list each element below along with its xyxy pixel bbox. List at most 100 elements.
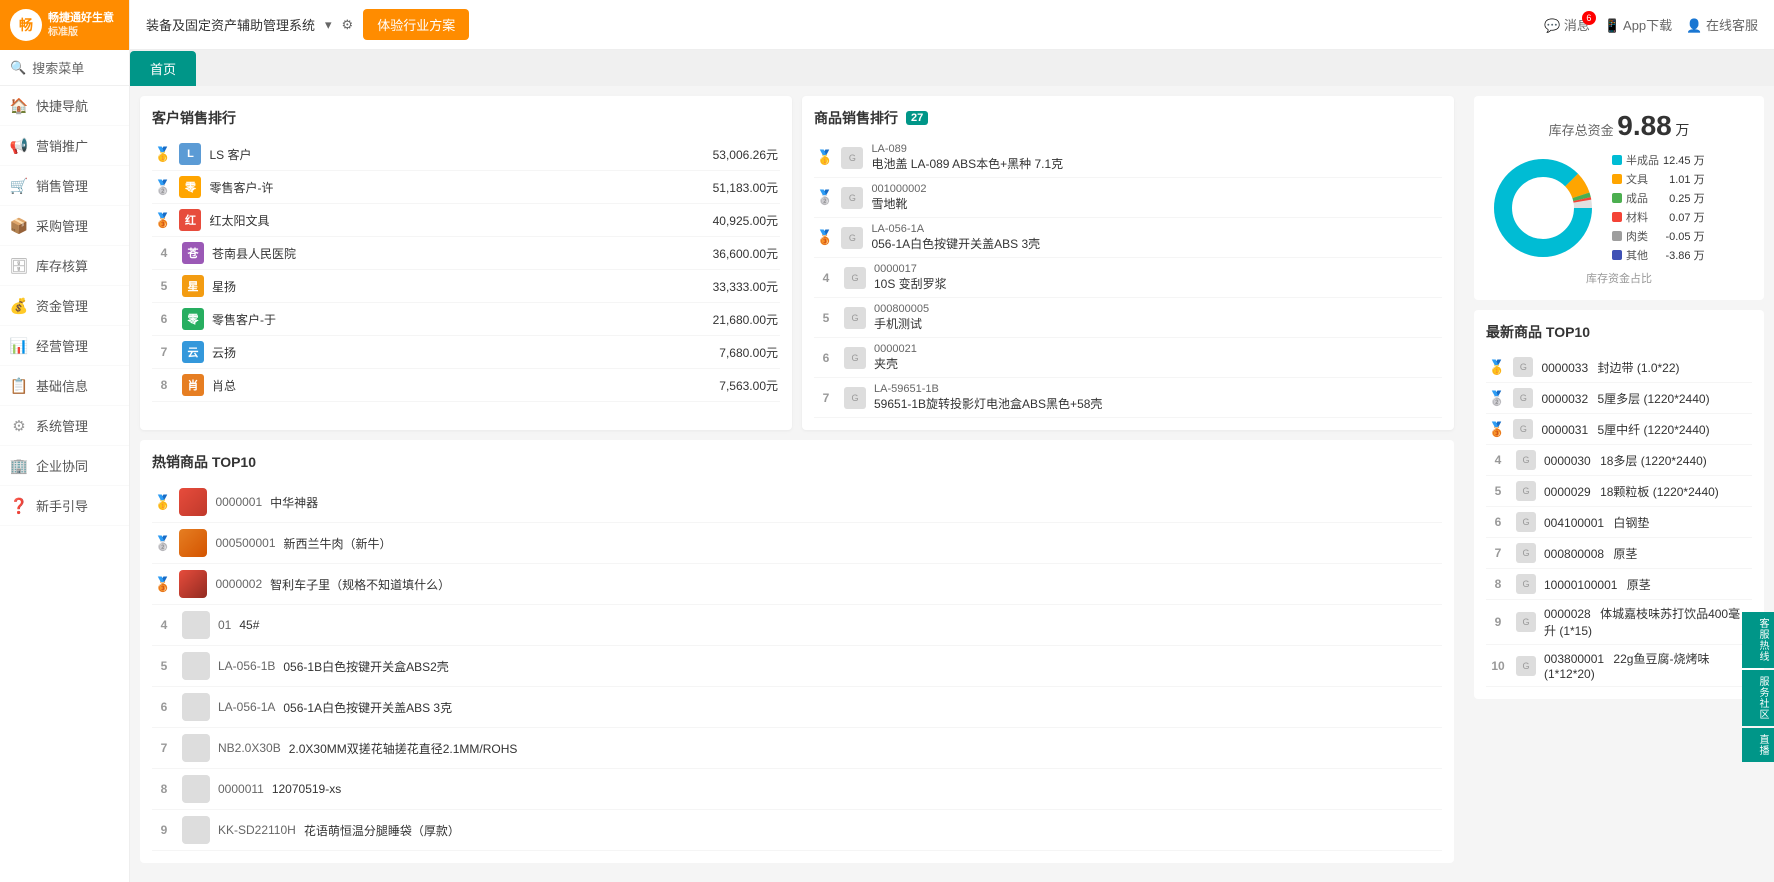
medal-icon: 🥇 xyxy=(1488,359,1505,376)
list-item: 9 KK-SD22110H 花语萌恒温分腿睡袋（厚款） xyxy=(152,810,1442,851)
product-sales-table: 🥇 G LA-089 电池盖 LA-089 ABS本色+黑种 7.1克 🥈 G xyxy=(814,138,1442,418)
product-thumbnail: G xyxy=(1516,512,1536,532)
app-logo: 畅 畅捷通好生意 标准版 xyxy=(0,0,129,50)
product-thumbnail: G xyxy=(1516,450,1536,470)
logo-icon: 畅 xyxy=(10,9,42,41)
search-icon: 🔍 xyxy=(10,60,26,76)
live-stream-button[interactable]: 直播 xyxy=(1742,728,1774,762)
message-badge[interactable]: 💬 6 消息 xyxy=(1544,15,1590,34)
table-row: 🥉 红 红太阳文具 40,925.00元 xyxy=(152,204,780,237)
sidebar-item-enterprise[interactable]: 🏢 企业协同 xyxy=(0,446,129,486)
sidebar-item-label: 基础信息 xyxy=(36,376,88,395)
table-row: 7 G LA-59651-1B 59651-1B旋转投影灯电池盒ABS黑色+58… xyxy=(814,378,1442,418)
chart-label: 库存资金占比 xyxy=(1488,270,1750,286)
product-thumbnail xyxy=(182,816,210,844)
list-item: 8 G 10000100001 原茎 xyxy=(1486,569,1752,600)
list-item: 5 LA-056-1B 056-1B白色按键开关盒ABS2壳 xyxy=(152,646,1442,687)
product-thumbnail: G xyxy=(844,347,866,369)
list-item: 7 NB2.0X30B 2.0X30MM双搓花轴搓花直径2.1MM/ROHS xyxy=(152,728,1442,769)
sidebar-item-label: 销售管理 xyxy=(36,176,88,195)
sidebar-item-finance[interactable]: 💰 资金管理 xyxy=(0,286,129,326)
legend-item: 其他 -3.86 万 xyxy=(1612,247,1705,263)
message-count: 6 xyxy=(1582,11,1596,25)
inventory-card: 库存总资金 9.88 万 xyxy=(1474,96,1764,300)
sidebar-item-sales[interactable]: 🛒 销售管理 xyxy=(0,166,129,206)
table-row: 6 G 0000021 夹壳 xyxy=(814,338,1442,378)
medal-icon: 🥉 xyxy=(154,212,171,229)
list-item: 🥇 G 0000033 封边带 (1.0*22) xyxy=(1486,352,1752,383)
sidebar-item-operation[interactable]: 📊 经营管理 xyxy=(0,326,129,366)
customer-ranking-title: 客户销售排行 xyxy=(152,108,780,128)
sidebar-item-label: 系统管理 xyxy=(36,416,88,435)
table-row: 5 星 星扬 33,333.00元 xyxy=(152,270,780,303)
table-row: 🥇 G LA-089 电池盖 LA-089 ABS本色+黑种 7.1克 xyxy=(814,138,1442,178)
gear-icon[interactable]: ⚙ xyxy=(342,17,354,33)
list-item: 7 G 000800008 原茎 xyxy=(1486,538,1752,569)
search-menu[interactable]: 🔍 搜索菜单 xyxy=(0,50,129,86)
topbar-icons: 💬 6 消息 📱 App下载 👤 在线客服 xyxy=(1544,15,1758,34)
sidebar-item-purchase[interactable]: 📦 采购管理 xyxy=(0,206,129,246)
legend-item: 材料 0.07 万 xyxy=(1612,209,1705,225)
float-service: 客服热线 服务社区 直播 xyxy=(1742,612,1774,762)
sidebar-item-quick-nav[interactable]: 🏠 快捷导航 xyxy=(0,86,129,126)
product-thumbnail: G xyxy=(841,187,863,209)
table-row: 5 G 000800005 手机测试 xyxy=(814,298,1442,338)
product-thumbnail: G xyxy=(844,387,866,409)
sidebar-item-basic-info[interactable]: 📋 基础信息 xyxy=(0,366,129,406)
latest-products-card: 最新商品 TOP10 🥇 G 0000033 封边带 (1.0*22) 🥈 G xyxy=(1474,310,1764,699)
medal-icon: 🥈 xyxy=(1488,390,1505,407)
list-item: 🥇 0000001 中华神器 xyxy=(152,482,1442,523)
list-item: 6 LA-056-1A 056-1A白色按键开关盖ABS 3克 xyxy=(152,687,1442,728)
product-thumbnail: G xyxy=(1516,612,1536,632)
avatar: 苍 xyxy=(182,242,204,264)
sidebar-item-system[interactable]: ⚙ 系统管理 xyxy=(0,406,129,446)
tab-home[interactable]: 首页 xyxy=(130,51,196,86)
medal-icon: 🥇 xyxy=(154,146,171,163)
product-thumbnail xyxy=(179,529,207,557)
sidebar-item-label: 企业协同 xyxy=(36,456,88,475)
service-community-button[interactable]: 服务社区 xyxy=(1742,670,1774,726)
medal-icon: 🥉 xyxy=(154,576,171,593)
product-thumbnail: G xyxy=(841,227,863,249)
sidebar-item-inventory[interactable]: 🗄 库存核算 xyxy=(0,246,129,286)
home-icon: 🏠 xyxy=(10,97,28,115)
list-item: 🥈 G 0000032 5厘多层 (1220*2440) xyxy=(1486,383,1752,414)
sidebar-item-marketing[interactable]: 📢 营销推广 xyxy=(0,126,129,166)
sidebar-item-label: 快捷导航 xyxy=(36,96,88,115)
trial-button[interactable]: 体验行业方案 xyxy=(363,9,469,40)
sales-icon: 🛒 xyxy=(10,177,28,195)
search-label: 搜索菜单 xyxy=(32,58,84,77)
sidebar-item-label: 经营管理 xyxy=(36,336,88,355)
medal-icon: 🥉 xyxy=(816,229,833,246)
finance-icon: 💰 xyxy=(10,297,28,315)
medal-icon: 🥉 xyxy=(1488,421,1505,438)
product-sales-ranking-card: 商品销售排行 27 🥇 G LA-089 电池盖 LA-089 ABS本色+黑种… xyxy=(802,96,1454,430)
system-icon: ⚙ xyxy=(10,417,28,435)
product-thumbnail xyxy=(182,734,210,762)
app-name: 畅捷通好生意 标准版 xyxy=(48,11,114,38)
list-item: 4 G 0000030 18多层 (1220*2440) xyxy=(1486,445,1752,476)
product-thumbnail: G xyxy=(844,267,866,289)
ranking-row: 客户销售排行 🥇 L LS 客户 53,006.26元 🥈 xyxy=(140,96,1454,430)
list-item: 9 G 0000028 体城嘉枝味苏打饮品400毫升 (1*15) xyxy=(1486,600,1752,645)
online-service[interactable]: 👤 在线客服 xyxy=(1686,15,1758,34)
donut-chart xyxy=(1488,153,1598,266)
guide-icon: ❓ xyxy=(10,497,28,515)
list-item: 🥉 0000002 智利车子里（规格不知道填什么） xyxy=(152,564,1442,605)
app-download[interactable]: 📱 App下载 xyxy=(1604,15,1672,34)
middle-area: 客户销售排行 🥇 L LS 客户 53,006.26元 🥈 xyxy=(130,86,1464,882)
sidebar-item-guide[interactable]: ❓ 新手引导 xyxy=(0,486,129,526)
avatar: 云 xyxy=(182,341,204,363)
inventory-total: 库存总资金 9.88 万 xyxy=(1488,110,1750,142)
product-sales-title: 商品销售排行 27 xyxy=(814,108,1442,128)
service-hotline-button[interactable]: 客服热线 xyxy=(1742,612,1774,668)
list-item: 🥉 G 0000031 5厘中纤 (1220*2440) xyxy=(1486,414,1752,445)
product-thumbnail: G xyxy=(1516,543,1536,563)
right-panel: 库存总资金 9.88 万 xyxy=(1464,86,1774,882)
dropdown-icon[interactable]: ▾ xyxy=(325,17,332,33)
medal-icon: 🥈 xyxy=(154,535,171,552)
enterprise-icon: 🏢 xyxy=(10,457,28,475)
list-item: 10 G 003800001 22g鱼豆腐-烧烤味 (1*12*20) xyxy=(1486,645,1752,687)
hot-products-list: 🥇 0000001 中华神器 🥈 000500001 xyxy=(152,482,1442,851)
inventory-legend: 半成品 12.45 万 文具 1.01 万 成品 0.25 万 xyxy=(1612,152,1705,266)
